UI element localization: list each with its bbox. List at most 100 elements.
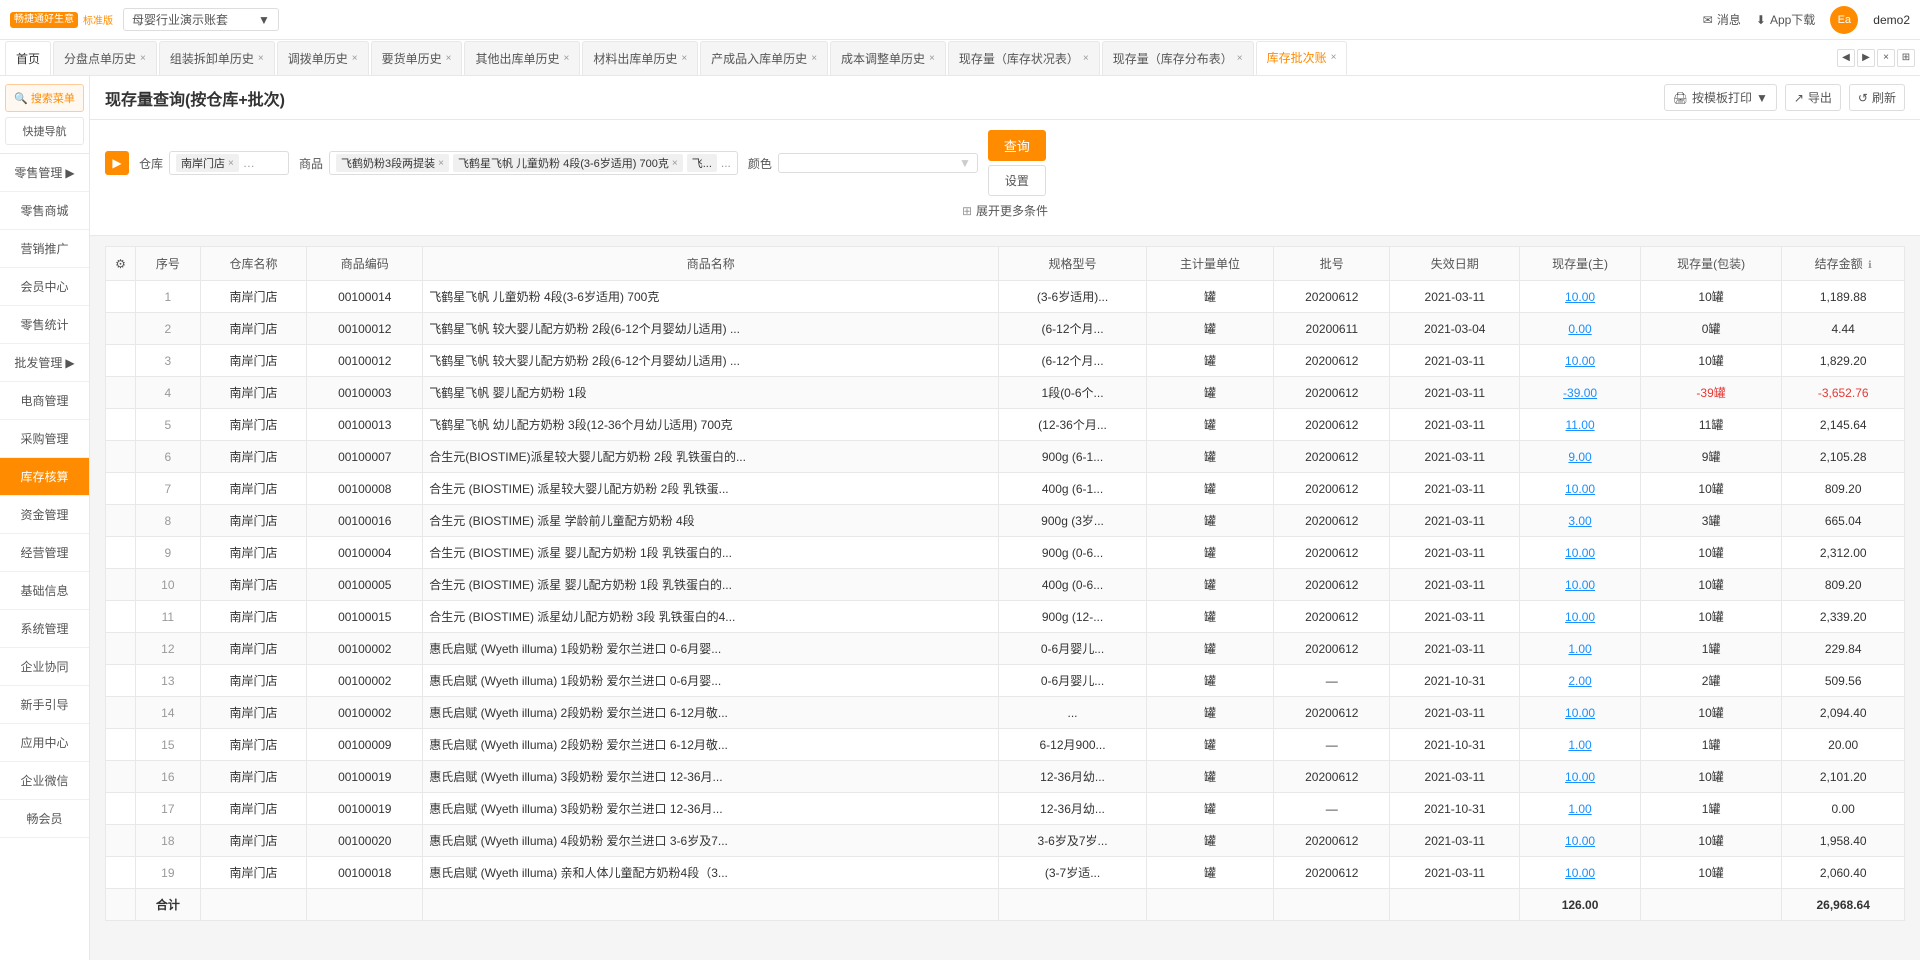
table-cell: 10罐 [1640, 569, 1782, 601]
tab-close-zu-chai[interactable]: × [258, 53, 264, 64]
quick-nav-button[interactable]: 快捷导航 [5, 117, 84, 145]
tab-expand[interactable]: ⊞ [1897, 49, 1915, 67]
tab-close-chan-cheng[interactable]: × [811, 53, 817, 64]
tab-cheng-ben[interactable]: 成本调整单历史 × [830, 41, 946, 75]
tab-close-xian-cun-kuzhuang[interactable]: × [1083, 53, 1089, 64]
tab-home[interactable]: 首页 [5, 41, 51, 75]
table-cell[interactable]: 10.00 [1520, 537, 1641, 569]
sidebar-item-app-center[interactable]: 应用中心 [0, 724, 89, 762]
tab-close-cheng-ben[interactable]: × [929, 53, 935, 64]
messages-button[interactable]: ✉ 消息 [1703, 11, 1741, 28]
sidebar-item-wholesale[interactable]: 批发管理 ▶ [0, 344, 89, 382]
avatar[interactable]: Ea [1830, 6, 1858, 34]
table-cell[interactable]: 10.00 [1520, 281, 1641, 313]
table-cell[interactable]: -39.00 [1520, 377, 1641, 409]
industry-select[interactable]: 母婴行业演示账套 ▼ [123, 8, 279, 31]
filter-expand-arrow[interactable]: ▶ [105, 151, 129, 175]
tab-fen-pan[interactable]: 分盘点单历史 × [53, 41, 157, 75]
table-cell[interactable]: 3.00 [1520, 505, 1641, 537]
export-button[interactable]: ↗ 导出 [1785, 84, 1841, 111]
table-cell: 罐 [1146, 729, 1274, 761]
sidebar-item-finance[interactable]: 资金管理 [0, 496, 89, 534]
print-button[interactable]: 🖨 按模板打印 ▼ [1664, 84, 1777, 111]
tab-qi-ta[interactable]: 其他出库单历史 × [464, 41, 580, 75]
table-cell[interactable]: 0.00 [1520, 313, 1641, 345]
tab-ku-cun-pici[interactable]: 库存批次账 × [1256, 41, 1348, 75]
product-input[interactable]: 飞鹤奶粉3段两提装 × 飞鹤星飞帆 儿童奶粉 4段(3-6岁适用) 700克 ×… [329, 151, 738, 175]
table-cell: 南岸门店 [200, 569, 307, 601]
product-tag-1-close[interactable]: × [438, 158, 444, 169]
sidebar-item-guide[interactable]: 新手引导 [0, 686, 89, 724]
tab-close-xian-cun-fenbu[interactable]: × [1237, 53, 1243, 64]
product-tag-2-close[interactable]: × [672, 158, 678, 169]
table-cell: 900g (6-1... [999, 441, 1146, 473]
table-cell: 00100004 [307, 537, 423, 569]
table-cell[interactable]: 1.00 [1520, 793, 1641, 825]
tab-yao-huo[interactable]: 要货单历史 × [371, 41, 463, 75]
table-cell[interactable]: 10.00 [1520, 601, 1641, 633]
sidebar-item-member-card[interactable]: 畅会员 [0, 800, 89, 838]
table-cell: 南岸门店 [200, 857, 307, 889]
tab-chan-cheng[interactable]: 产成品入库单历史 × [700, 41, 828, 75]
table-cell: 罐 [1146, 665, 1274, 697]
warehouse-tag-close[interactable]: × [228, 158, 234, 169]
table-cell[interactable]: 1.00 [1520, 729, 1641, 761]
tab-scroll-right[interactable]: ▶ [1857, 49, 1875, 67]
col-settings[interactable]: ⚙ [106, 247, 136, 281]
col-spec: 规格型号 [999, 247, 1146, 281]
sidebar-item-system[interactable]: 系统管理 [0, 610, 89, 648]
sidebar-item-zero-mall[interactable]: 零售商城 [0, 192, 89, 230]
table-cell[interactable]: 10.00 [1520, 569, 1641, 601]
total-cell [999, 889, 1146, 921]
table-cell: 10罐 [1640, 857, 1782, 889]
settings-button[interactable]: 设置 [988, 165, 1046, 196]
table-cell: 400g (6-1... [999, 473, 1146, 505]
table-cell[interactable]: 10.00 [1520, 825, 1641, 857]
sidebar-item-zero-retail[interactable]: 零售管理 ▶ [0, 154, 89, 192]
table-cell[interactable]: 10.00 [1520, 857, 1641, 889]
sidebar-item-enterprise-wechat[interactable]: 企业微信 [0, 762, 89, 800]
sidebar-item-ecommerce[interactable]: 电商管理 [0, 382, 89, 420]
sidebar-item-zero-stats[interactable]: 零售统计 [0, 306, 89, 344]
page-title: 现存量查询(按仓库+批次) [105, 86, 285, 110]
table-cell[interactable]: 9.00 [1520, 441, 1641, 473]
table-cell: 2021-03-11 [1390, 281, 1520, 313]
table-cell[interactable]: 10.00 [1520, 473, 1641, 505]
app-download-button[interactable]: ⬇ App下载 [1756, 11, 1815, 28]
tab-close-yao-huo[interactable]: × [446, 53, 452, 64]
table-cell[interactable]: 10.00 [1520, 697, 1641, 729]
tab-close-tiao-bo[interactable]: × [352, 53, 358, 64]
table-cell[interactable]: 1.00 [1520, 633, 1641, 665]
total-cell [106, 889, 136, 921]
tab-close-cai-liao[interactable]: × [681, 53, 687, 64]
sidebar-item-marketing[interactable]: 营销推广 [0, 230, 89, 268]
warehouse-input[interactable]: 南岸门店 × … [169, 151, 289, 175]
query-button[interactable]: 查询 [988, 130, 1046, 161]
sidebar-item-member[interactable]: 会员中心 [0, 268, 89, 306]
tab-xian-cun-fenbu[interactable]: 现存量（库存分布表） × [1102, 41, 1254, 75]
table-cell[interactable]: 10.00 [1520, 345, 1641, 377]
sidebar-item-operations[interactable]: 经营管理 [0, 534, 89, 572]
refresh-button[interactable]: ↺ 刷新 [1849, 84, 1905, 111]
table-cell[interactable]: 11.00 [1520, 409, 1641, 441]
color-input[interactable]: ▼ [778, 153, 978, 173]
tab-xian-cun-kuzhuang[interactable]: 现存量（库存状况表） × [948, 41, 1100, 75]
search-menu-button[interactable]: 🔍 搜索菜单 [5, 84, 84, 112]
sidebar-item-basic[interactable]: 基础信息 [0, 572, 89, 610]
sidebar-item-enterprise[interactable]: 企业协同 [0, 648, 89, 686]
tab-zu-chai[interactable]: 组装拆卸单历史 × [159, 41, 275, 75]
table-cell: 00100012 [307, 313, 423, 345]
tab-close-all[interactable]: × [1877, 49, 1895, 67]
tab-close-ku-cun-pici[interactable]: × [1331, 52, 1337, 63]
table-cell[interactable]: 2.00 [1520, 665, 1641, 697]
tab-close-qi-ta[interactable]: × [563, 53, 569, 64]
sidebar-item-purchase[interactable]: 采购管理 [0, 420, 89, 458]
tab-close-fen-pan[interactable]: × [140, 53, 146, 64]
sidebar-item-inventory[interactable]: 库存核算 [0, 458, 89, 496]
tab-tiao-bo[interactable]: 调拨单历史 × [277, 41, 369, 75]
tab-scroll-left[interactable]: ◀ [1837, 49, 1855, 67]
filter-expand-row[interactable]: ⊞ 展开更多条件 [105, 196, 1905, 225]
table-cell[interactable]: 10.00 [1520, 761, 1641, 793]
tab-cai-liao[interactable]: 材料出库单历史 × [582, 41, 698, 75]
table-cell [106, 825, 136, 857]
